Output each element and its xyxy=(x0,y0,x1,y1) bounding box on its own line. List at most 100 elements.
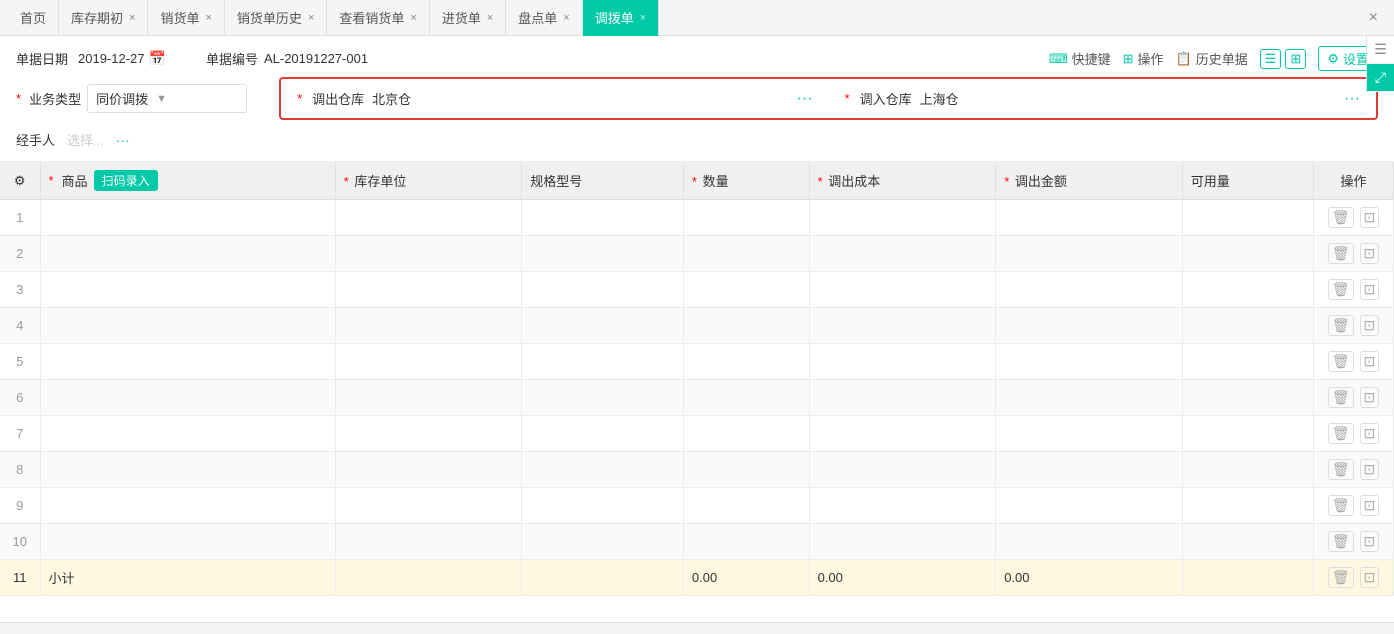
window-close-button[interactable]: × xyxy=(1361,9,1386,27)
unit-cell[interactable] xyxy=(335,344,522,380)
product-cell[interactable] xyxy=(40,200,335,236)
amount-cell[interactable] xyxy=(996,488,1183,524)
copy-icon[interactable]: ⊡ xyxy=(1360,351,1380,372)
delete-icon[interactable]: 🗑 xyxy=(1328,423,1354,444)
delete-icon[interactable]: 🗑 xyxy=(1328,459,1354,480)
cost-cell[interactable] xyxy=(809,344,996,380)
copy-icon[interactable]: ⊡ xyxy=(1360,531,1380,552)
product-cell[interactable] xyxy=(40,344,335,380)
product-cell[interactable] xyxy=(40,272,335,308)
list-view-icon[interactable]: ☰ xyxy=(1260,49,1282,69)
copy-icon[interactable]: ⊡ xyxy=(1360,495,1380,516)
shortcut-btn[interactable]: ⌨ 快捷键 xyxy=(1049,49,1111,68)
delete-icon[interactable]: 🗑 xyxy=(1328,351,1354,372)
unit-cell[interactable] xyxy=(335,560,522,596)
copy-icon[interactable]: ⊡ xyxy=(1360,279,1380,300)
spec-cell[interactable] xyxy=(522,200,684,236)
copy-icon[interactable]: ⊡ xyxy=(1360,243,1380,264)
product-cell[interactable]: 小计 xyxy=(40,560,335,596)
unit-cell[interactable] xyxy=(335,236,522,272)
qty-cell[interactable] xyxy=(683,308,809,344)
warehouse-out-more-btn[interactable]: ··· xyxy=(797,90,813,108)
copy-icon[interactable]: ⊡ xyxy=(1360,387,1380,408)
qty-cell[interactable] xyxy=(683,272,809,308)
product-cell[interactable] xyxy=(40,236,335,272)
amount-cell[interactable] xyxy=(996,416,1183,452)
qty-cell[interactable] xyxy=(683,200,809,236)
tab-sales-order[interactable]: 销货单 × xyxy=(148,0,224,36)
spec-cell[interactable] xyxy=(522,308,684,344)
cost-cell[interactable] xyxy=(809,200,996,236)
business-type-select[interactable]: 同价调拨 ▼ xyxy=(87,84,247,113)
amount-cell[interactable] xyxy=(996,236,1183,272)
amount-cell[interactable] xyxy=(996,452,1183,488)
cost-cell[interactable] xyxy=(809,308,996,344)
spec-cell[interactable] xyxy=(522,236,684,272)
cost-cell[interactable] xyxy=(809,272,996,308)
tab-inventory-check[interactable]: 盘点单 × xyxy=(506,0,582,36)
tab-close-inventory-check[interactable]: × xyxy=(563,12,569,24)
cost-cell[interactable] xyxy=(809,488,996,524)
cost-cell[interactable] xyxy=(809,416,996,452)
tab-purchase-order[interactable]: 进货单 × xyxy=(430,0,506,36)
qty-cell[interactable] xyxy=(683,380,809,416)
unit-cell[interactable] xyxy=(335,308,522,344)
table-header-gear[interactable]: ⚙ xyxy=(0,162,40,200)
barcode-scan-button[interactable]: 扫码录入 xyxy=(94,170,158,191)
spec-cell[interactable] xyxy=(522,452,684,488)
spec-cell[interactable] xyxy=(522,380,684,416)
spec-cell[interactable] xyxy=(522,488,684,524)
tab-close-view-sales[interactable]: × xyxy=(410,12,416,24)
amount-cell[interactable] xyxy=(996,524,1183,560)
product-cell[interactable] xyxy=(40,380,335,416)
person-more-btn[interactable]: ··· xyxy=(116,132,130,148)
spec-cell[interactable] xyxy=(522,344,684,380)
copy-icon[interactable]: ⊡ xyxy=(1360,567,1380,588)
cost-cell[interactable] xyxy=(809,236,996,272)
amount-cell[interactable] xyxy=(996,308,1183,344)
horizontal-scrollbar[interactable] xyxy=(0,622,1394,634)
qty-cell[interactable] xyxy=(683,236,809,272)
qty-cell[interactable] xyxy=(683,452,809,488)
tab-close-purchase-order[interactable]: × xyxy=(487,12,493,24)
tab-inventory-init[interactable]: 库存期初 × xyxy=(59,0,148,36)
warehouse-in-value[interactable]: 上海仓 xyxy=(920,89,959,108)
unit-cell[interactable] xyxy=(335,200,522,236)
delete-icon[interactable]: 🗑 xyxy=(1328,207,1354,228)
tab-sales-history[interactable]: 销货单历史 × xyxy=(225,0,327,36)
spec-cell[interactable] xyxy=(522,560,684,596)
tab-close-sales-history[interactable]: × xyxy=(308,12,314,24)
qty-cell[interactable] xyxy=(683,344,809,380)
amount-cell[interactable] xyxy=(996,380,1183,416)
product-cell[interactable] xyxy=(40,524,335,560)
qty-cell[interactable] xyxy=(683,524,809,560)
unit-cell[interactable] xyxy=(335,380,522,416)
doc-date-value[interactable]: 2019-12-27 xyxy=(78,51,145,66)
delete-icon[interactable]: 🗑 xyxy=(1328,531,1354,552)
copy-icon[interactable]: ⊡ xyxy=(1360,207,1380,228)
delete-icon[interactable]: 🗑 xyxy=(1328,567,1354,588)
cost-cell[interactable] xyxy=(809,452,996,488)
product-cell[interactable] xyxy=(40,416,335,452)
delete-icon[interactable]: 🗑 xyxy=(1328,495,1354,516)
warehouse-out-value[interactable]: 北京仓 xyxy=(372,89,411,108)
unit-cell[interactable] xyxy=(335,488,522,524)
amount-cell[interactable] xyxy=(996,200,1183,236)
delete-icon[interactable]: 🗑 xyxy=(1328,387,1354,408)
tab-close-transfer-order[interactable]: × xyxy=(640,12,646,24)
copy-icon[interactable]: ⊡ xyxy=(1360,315,1380,336)
delete-icon[interactable]: 🗑 xyxy=(1328,279,1354,300)
unit-cell[interactable] xyxy=(335,524,522,560)
product-cell[interactable] xyxy=(40,488,335,524)
tab-home[interactable]: 首页 xyxy=(8,0,59,36)
person-select[interactable]: 选择... xyxy=(61,128,110,151)
spec-cell[interactable] xyxy=(522,416,684,452)
amount-cell[interactable] xyxy=(996,272,1183,308)
amount-cell[interactable] xyxy=(996,344,1183,380)
product-cell[interactable] xyxy=(40,308,335,344)
delete-icon[interactable]: 🗑 xyxy=(1328,315,1354,336)
history-btn[interactable]: 📋 历史单据 xyxy=(1176,49,1248,68)
copy-icon[interactable]: ⊡ xyxy=(1360,459,1380,480)
sidebar-list-icon[interactable]: ☰ xyxy=(1367,36,1394,64)
unit-cell[interactable] xyxy=(335,272,522,308)
